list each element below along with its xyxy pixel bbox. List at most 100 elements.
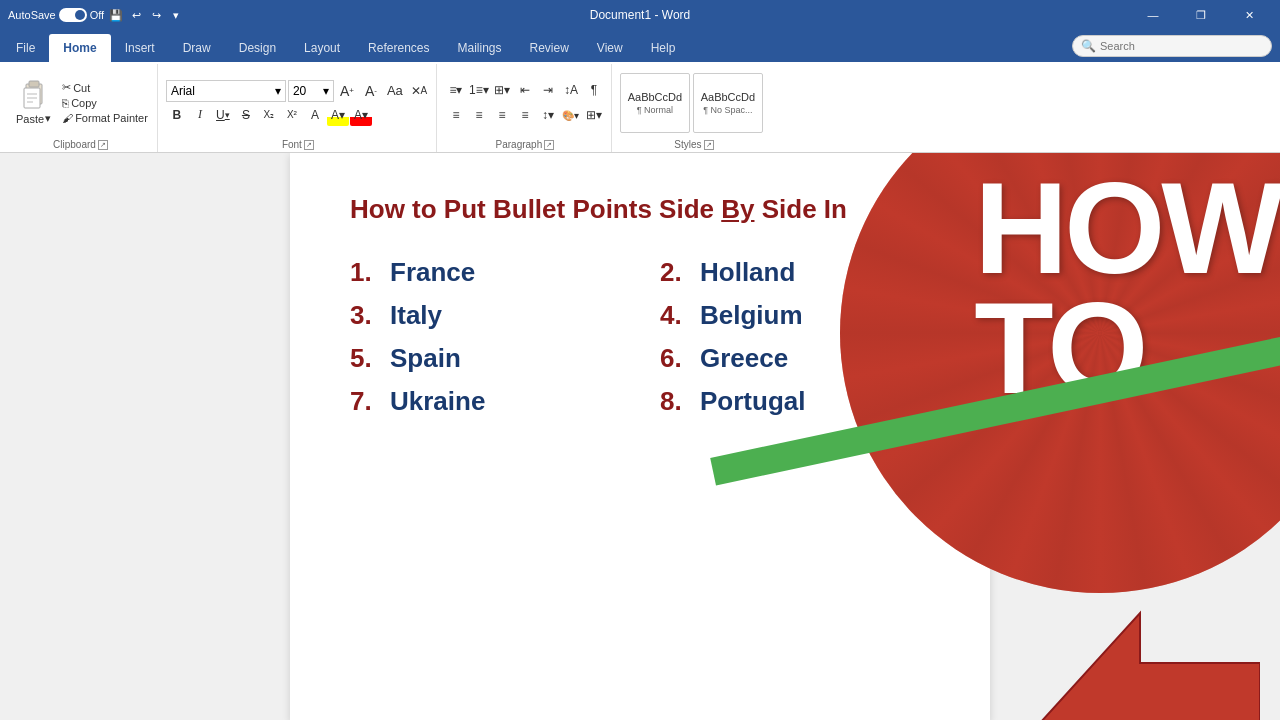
tab-draw[interactable]: Draw <box>169 34 225 62</box>
redo-icon[interactable]: ↪ <box>148 7 164 23</box>
text-effects-button[interactable]: A <box>304 104 326 126</box>
paragraph-group-label: Paragraph ↗ <box>445 137 605 152</box>
align-center-button[interactable]: ≡ <box>468 104 490 126</box>
italic-button[interactable]: I <box>189 104 211 126</box>
sort-button[interactable]: ↕A <box>560 79 582 101</box>
shading-button[interactable]: 🎨▾ <box>560 104 582 126</box>
item-number: 4. <box>660 300 700 331</box>
item-text: Holland <box>700 257 795 288</box>
justify-button[interactable]: ≡ <box>514 104 536 126</box>
item-number: 7. <box>350 386 390 417</box>
multilevel-list-button[interactable]: ⊞▾ <box>491 79 513 101</box>
paragraph-group: ≡▾ 1≡▾ ⊞▾ ⇤ ⇥ ↕A ¶ ≡ ≡ ≡ ≡ ↕▾ 🎨▾ <box>439 64 612 152</box>
tab-design[interactable]: Design <box>225 34 290 62</box>
search-icon: 🔍 <box>1081 39 1096 53</box>
list-right-column: 2. Holland 4. Belgium 6. Greece 8. Portu… <box>660 257 930 429</box>
strikethrough-button[interactable]: S <box>235 104 257 126</box>
tab-layout[interactable]: Layout <box>290 34 354 62</box>
tab-file[interactable]: File <box>2 34 49 62</box>
close-button[interactable]: ✕ <box>1226 0 1272 30</box>
item-number: 5. <box>350 343 390 374</box>
item-text: France <box>390 257 475 288</box>
show-formatting-button[interactable]: ¶ <box>583 79 605 101</box>
superscript-button[interactable]: X² <box>281 104 303 126</box>
styles-area: AaBbCcDd ¶ Normal AaBbCcDd ¶ No Spac... <box>620 73 763 133</box>
maximize-button[interactable]: ❐ <box>1178 0 1224 30</box>
decrease-indent-button[interactable]: ⇤ <box>514 79 536 101</box>
tab-help[interactable]: Help <box>637 34 690 62</box>
more-qs-icon[interactable]: ▾ <box>168 7 184 23</box>
numbered-list-button[interactable]: 1≡▾ <box>468 79 490 101</box>
paste-label: Paste ▾ <box>16 112 51 125</box>
align-right-button[interactable]: ≡ <box>491 104 513 126</box>
list-item: 6. Greece <box>660 343 930 374</box>
cut-icon: ✂ <box>62 81 71 94</box>
cut-button[interactable]: ✂ Cut <box>59 80 151 95</box>
tab-home[interactable]: Home <box>49 34 110 62</box>
item-number: 1. <box>350 257 390 288</box>
style-no-spacing[interactable]: AaBbCcDd ¶ No Spac... <box>693 73 763 133</box>
document-heading: How to Put Bullet Points Side By Side In <box>350 193 930 227</box>
format-painter-icon: 🖌 <box>62 112 73 124</box>
document-page[interactable]: How to Put Bullet Points Side By Side In… <box>290 153 990 720</box>
search-input[interactable] <box>1100 40 1263 52</box>
autosave-badge: AutoSave Off <box>8 8 104 22</box>
format-painter-button[interactable]: 🖌 Format Painter <box>59 111 151 125</box>
line-spacing-button[interactable]: ↕▾ <box>537 104 559 126</box>
paste-dropdown-icon[interactable]: ▾ <box>45 112 51 125</box>
to-text: TO <box>974 283 1280 413</box>
list-item: 3. Italy <box>350 300 620 331</box>
font-color-button[interactable]: A▾ <box>350 104 372 126</box>
document-area: How to Put Bullet Points Side By Side In… <box>0 153 1280 720</box>
increase-indent-button[interactable]: ⇥ <box>537 79 559 101</box>
font-size-selector[interactable]: 20 ▾ <box>288 80 334 102</box>
font-format-row: B I U▾ S X₂ X² A A▾ A▾ <box>166 104 430 126</box>
clear-formatting-button[interactable]: ✕A <box>408 80 430 102</box>
search-bar[interactable]: 🔍 <box>1072 35 1272 57</box>
underline-button[interactable]: U▾ <box>212 104 234 126</box>
tab-references[interactable]: References <box>354 34 443 62</box>
font-size-increase-button[interactable]: A+ <box>336 80 358 102</box>
item-number: 3. <box>350 300 390 331</box>
item-text: Portugal <box>700 386 805 417</box>
subscript-button[interactable]: X₂ <box>258 104 280 126</box>
autosave-label: AutoSave <box>8 9 56 21</box>
bullets-button[interactable]: ≡▾ <box>445 79 467 101</box>
autosave-toggle[interactable] <box>59 8 87 22</box>
font-expand-icon[interactable]: ↗ <box>304 140 314 150</box>
clipboard-expand-icon[interactable]: ↗ <box>98 140 108 150</box>
clipboard-secondary: ✂ Cut ⎘ Copy 🖌 Format Painter <box>59 80 151 125</box>
autosave-state: Off <box>90 9 104 21</box>
tab-insert[interactable]: Insert <box>111 34 169 62</box>
paragraph-expand-icon[interactable]: ↗ <box>544 140 554 150</box>
font-family-dropdown-icon: ▾ <box>275 84 281 98</box>
text-highlight-button[interactable]: A▾ <box>327 104 349 126</box>
paste-button[interactable]: Paste ▾ <box>10 76 57 129</box>
para-list-row: ≡▾ 1≡▾ ⊞▾ ⇤ ⇥ ↕A ¶ <box>445 79 605 101</box>
style-normal-name: ¶ Normal <box>637 105 673 115</box>
list-item: 4. Belgium <box>660 300 930 331</box>
svg-marker-6 <box>1040 613 1260 720</box>
copy-button[interactable]: ⎘ Copy <box>59 96 151 110</box>
align-left-button[interactable]: ≡ <box>445 104 467 126</box>
font-group: Arial ▾ 20 ▾ A+ A- Aa ✕A B <box>160 64 437 152</box>
font-family-selector[interactable]: Arial ▾ <box>166 80 286 102</box>
minimize-button[interactable]: — <box>1130 0 1176 30</box>
save-icon[interactable]: 💾 <box>108 7 124 23</box>
list-item: 8. Portugal <box>660 386 930 417</box>
font-selector-row: Arial ▾ 20 ▾ A+ A- Aa ✕A <box>166 80 430 102</box>
list-item: 2. Holland <box>660 257 930 288</box>
style-normal[interactable]: AaBbCcDd ¶ Normal <box>620 73 690 133</box>
columns-container: 1. France 3. Italy 5. Spain 7. Ukraine <box>350 257 930 429</box>
style-normal-preview: AaBbCcDd <box>628 91 682 103</box>
tab-view[interactable]: View <box>583 34 637 62</box>
tab-mailings[interactable]: Mailings <box>443 34 515 62</box>
tab-review[interactable]: Review <box>516 34 583 62</box>
bold-button[interactable]: B <box>166 104 188 126</box>
change-case-button[interactable]: Aa <box>384 80 406 102</box>
styles-expand-icon[interactable]: ↗ <box>704 140 714 150</box>
font-size-decrease-button[interactable]: A- <box>360 80 382 102</box>
item-text: Italy <box>390 300 442 331</box>
borders-button[interactable]: ⊞▾ <box>583 104 605 126</box>
undo-icon[interactable]: ↩ <box>128 7 144 23</box>
